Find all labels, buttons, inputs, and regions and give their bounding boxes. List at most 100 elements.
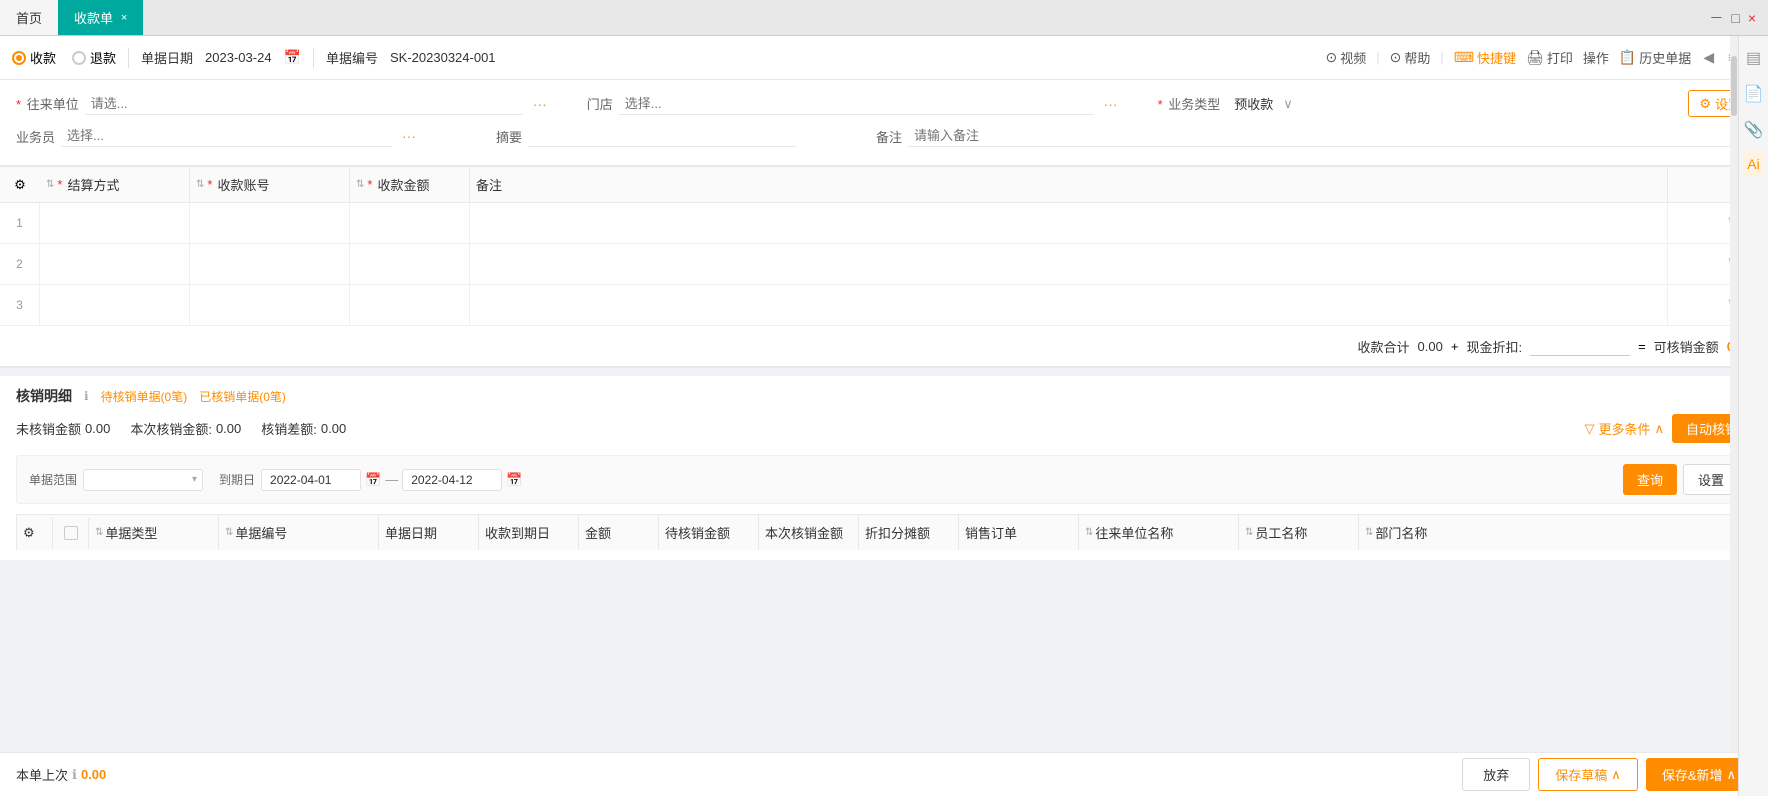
table-settings-icon[interactable]: ⚙: [0, 167, 40, 202]
video-btn[interactable]: ⊙ 视频: [1326, 48, 1367, 67]
help-icon: ⊙: [1390, 49, 1402, 66]
counterpart-label: * 往来单位: [16, 94, 79, 113]
shortcut-btn[interactable]: ⌨ 快捷键: [1454, 48, 1516, 67]
tab-home[interactable]: 首页: [0, 0, 58, 35]
history-btn[interactable]: 📋 历史单据: [1619, 48, 1691, 67]
scroll-thumb[interactable]: [1731, 56, 1737, 116]
row-3-amount[interactable]: [350, 285, 470, 325]
chevron-up-icon: ∧: [1654, 421, 1664, 437]
scroll-track[interactable]: [1730, 36, 1738, 752]
table-panel-icon[interactable]: ▤: [1742, 44, 1765, 72]
row-1-remark[interactable]: [470, 203, 1668, 243]
radio-refund-label: 退款: [90, 48, 116, 67]
range-select[interactable]: [83, 469, 203, 491]
current-value: 0.00: [216, 421, 241, 436]
doc-panel-icon[interactable]: 📄: [1740, 80, 1768, 108]
row-1-account[interactable]: [190, 203, 350, 243]
radio-receipt[interactable]: 收款: [12, 48, 56, 67]
row-2-remark[interactable]: [470, 244, 1668, 284]
radio-refund[interactable]: 退款: [72, 48, 116, 67]
salesperson-input[interactable]: [61, 125, 392, 147]
cal-from-icon[interactable]: 📅: [365, 472, 381, 488]
more-conditions-label: 更多条件: [1598, 419, 1650, 438]
remark-field: 备注: [876, 125, 1752, 147]
done-tab-link[interactable]: 已核销单据(0笔): [199, 388, 286, 405]
save-draft-chevron: ∧: [1611, 767, 1621, 783]
bth-discount: 折扣分摊额: [859, 515, 959, 550]
close-btn[interactable]: ×: [1748, 10, 1756, 26]
history-label: 历史单据: [1639, 48, 1691, 67]
minimize-btn[interactable]: －: [1709, 8, 1723, 28]
tab-bar: 首页 收款单 × － □ ×: [0, 0, 1768, 36]
pending-tab-link[interactable]: 待核销单据(0笔): [101, 388, 188, 405]
row-3-method[interactable]: [40, 285, 190, 325]
print-icon: 🖨: [1526, 49, 1544, 66]
business-type-label: * 业务类型: [1158, 94, 1221, 113]
remark-input[interactable]: [908, 125, 1752, 147]
footer-label: 本单上次: [16, 765, 68, 784]
summary-label: 摘要: [496, 127, 522, 146]
cal-to-icon[interactable]: 📅: [506, 472, 522, 488]
business-type-dropdown[interactable]: ∨: [1283, 96, 1293, 112]
shop-more-btn[interactable]: ···: [1104, 96, 1118, 112]
unverified-stat: 未核销金额 0.00: [16, 419, 110, 438]
video-label: 视频: [1340, 48, 1366, 67]
clip-panel-icon[interactable]: 📎: [1740, 116, 1768, 144]
salesperson-more-btn[interactable]: ···: [402, 128, 416, 144]
more-conditions-btn[interactable]: ▽ 更多条件 ∧: [1584, 419, 1664, 438]
calendar-icon[interactable]: 📅: [284, 49, 301, 66]
footer-info-icon[interactable]: ℹ: [72, 767, 77, 783]
due-date-label: 到期日: [219, 471, 255, 488]
footer-actions: 放弃 保存草稿 ∧ 保存&新增 ∧: [1462, 758, 1752, 791]
save-new-chevron: ∧: [1726, 767, 1736, 783]
writeoff-info-icon[interactable]: ℹ: [84, 389, 89, 403]
row-3-remark[interactable]: [470, 285, 1668, 325]
discount-input[interactable]: [1530, 336, 1630, 356]
save-new-btn[interactable]: 保存&新增 ∧: [1646, 758, 1752, 791]
tab-active[interactable]: 收款单 ×: [58, 0, 143, 35]
number-label: 单据编号: [326, 48, 378, 67]
right-panel: ▤ 📄 📎 Ai: [1738, 36, 1768, 796]
row-1-method[interactable]: [40, 203, 190, 243]
counterpart-more-btn[interactable]: ···: [533, 96, 547, 112]
bth-sales-order: 销售订单: [959, 515, 1079, 550]
counterpart-input[interactable]: [85, 93, 523, 115]
row-1-amount[interactable]: [350, 203, 470, 243]
prev-arrow[interactable]: ◀: [1701, 47, 1716, 68]
bth-pending: 待核销金额: [659, 515, 759, 550]
print-btn[interactable]: 🖨 打印: [1526, 48, 1573, 67]
summary-input[interactable]: [528, 125, 796, 147]
window-controls: － □ ×: [1709, 8, 1768, 28]
bth-amount: 金额: [579, 515, 659, 550]
help-btn[interactable]: ⊙ 帮助: [1390, 48, 1431, 67]
business-star: *: [1158, 97, 1163, 112]
equals-sign: =: [1638, 339, 1646, 354]
maximize-btn[interactable]: □: [1731, 10, 1739, 26]
toolbar-right: ⊙ 视频 | ⊙ 帮助 | ⌨ 快捷键 🖨 打印 操作 📋 历史单据 ◀ ≡ ⊞: [1326, 47, 1756, 68]
save-draft-btn[interactable]: 保存草稿 ∧: [1538, 758, 1638, 791]
select-all-checkbox[interactable]: [64, 526, 78, 540]
date-from-input[interactable]: [261, 469, 361, 491]
operation-label: 操作: [1583, 48, 1609, 67]
bth-settings[interactable]: ⚙: [17, 517, 53, 549]
row-2-account[interactable]: [190, 244, 350, 284]
video-icon: ⊙: [1326, 49, 1338, 66]
unverified-label: 未核销金额: [16, 419, 81, 438]
stat-actions: ▽ 更多条件 ∧ 自动核销: [1584, 414, 1752, 443]
row-3-account[interactable]: [190, 285, 350, 325]
business-type-field: * 业务类型 预收款 ∨: [1158, 94, 1689, 113]
operation-btn[interactable]: 操作: [1583, 48, 1609, 67]
divider-2: [313, 48, 314, 68]
shop-input[interactable]: [619, 93, 1094, 115]
query-btn[interactable]: 查询: [1623, 464, 1677, 495]
row-2-amount[interactable]: [350, 244, 470, 284]
date-to-input[interactable]: [402, 469, 502, 491]
abandon-btn[interactable]: 放弃: [1462, 758, 1530, 791]
current-label: 本次核销金额:: [130, 419, 212, 438]
expand-panel-icon[interactable]: Ai: [1743, 152, 1763, 176]
tab-close-icon[interactable]: ×: [121, 12, 127, 24]
row-2-method[interactable]: [40, 244, 190, 284]
table-header: ⚙ ⇅ * 结算方式 ⇅ * 收款账号 ⇅ * 收款金额 备注 操作: [0, 166, 1768, 203]
form-area: * 往来单位 ··· 门店 ··· * 业务类型 预收款 ∨ ⚙ 设置: [0, 80, 1768, 166]
counterpart-star: *: [16, 97, 21, 112]
